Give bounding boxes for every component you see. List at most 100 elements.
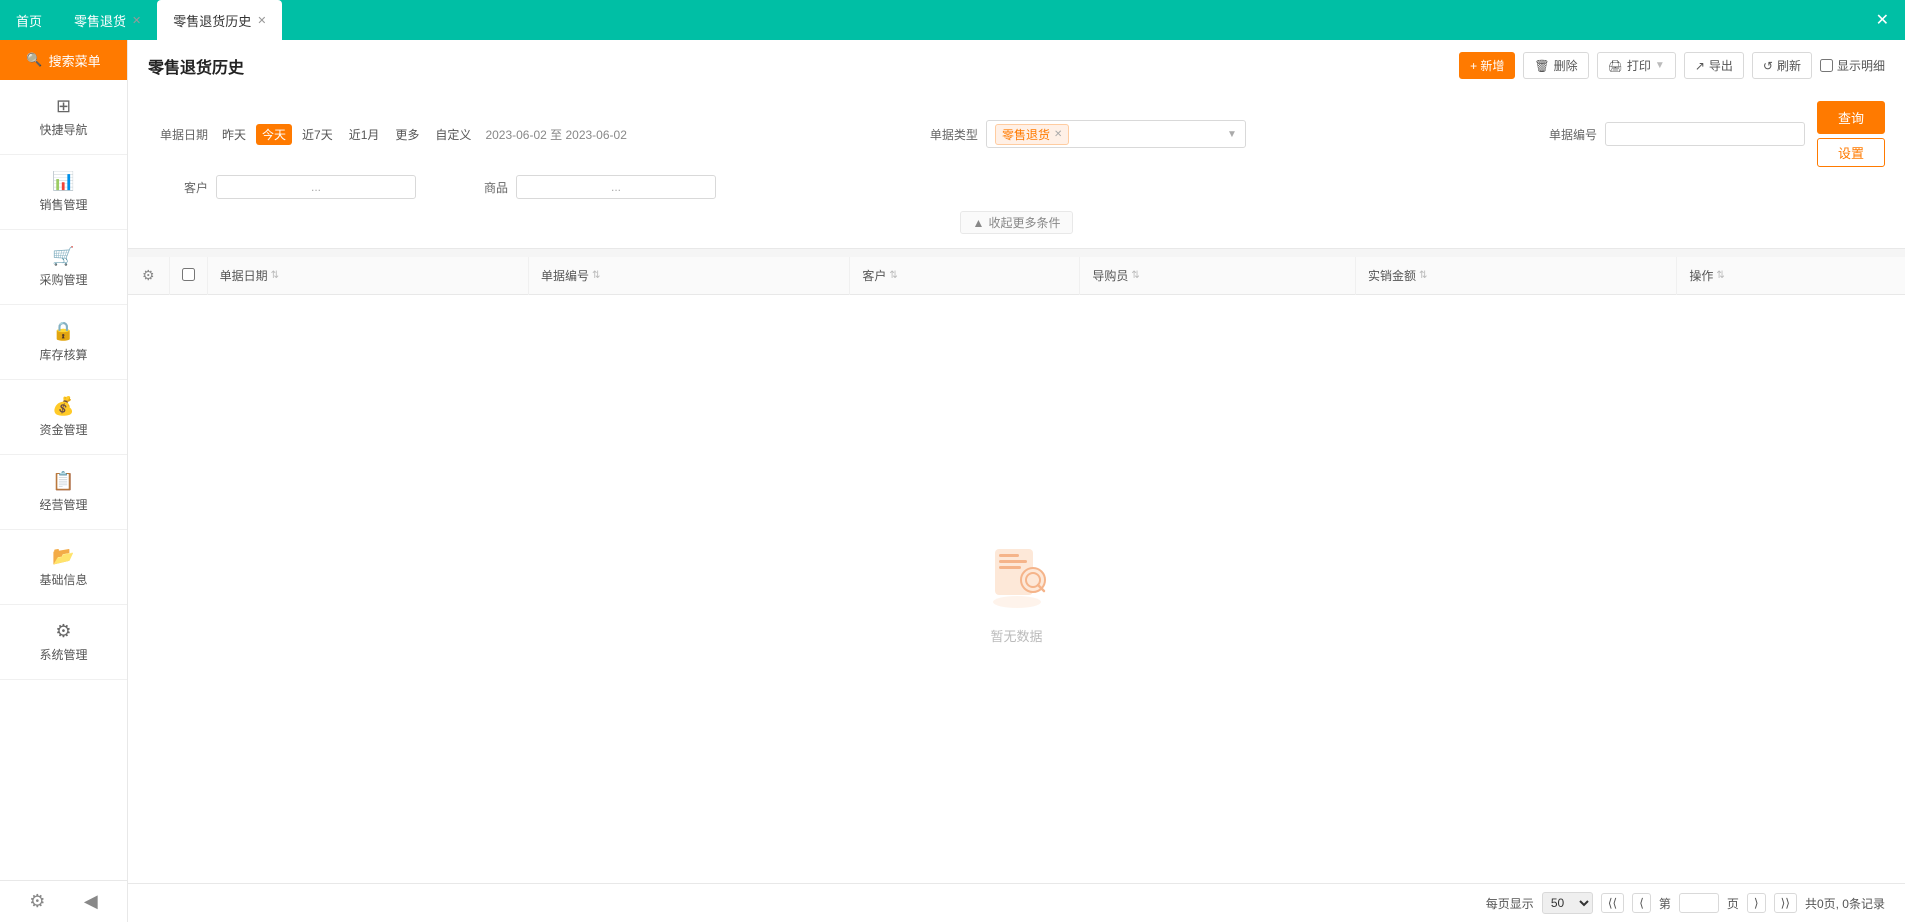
sidebar-bottom: ⚙ ◀: [0, 880, 127, 922]
type-filter-input[interactable]: 零售退货 ✕ ▼: [986, 120, 1246, 148]
table-header-row: ⚙ 单据日期⇅单据编号⇅客户⇅导购员⇅实销金额⇅操作⇅: [128, 257, 1905, 295]
th-label-date: 单据日期: [220, 267, 268, 284]
sidebar-label-quick-nav: 快捷导航: [39, 121, 87, 138]
page-unit-label: 页: [1727, 895, 1739, 912]
page-title: 零售退货历史: [148, 54, 244, 78]
tab-label: 首页: [16, 11, 42, 30]
sidebar-label-purchase: 采购管理: [39, 271, 87, 288]
prev-page-button[interactable]: ⟨: [1632, 893, 1651, 913]
th-date: 单据日期⇅: [207, 257, 528, 295]
tab-零售退货历史[interactable]: 零售退货历史 ✕: [157, 0, 282, 40]
sidebar-label-inventory: 库存核算: [39, 346, 87, 363]
query-button[interactable]: 查询: [1817, 101, 1885, 134]
sidebar-icon-system: ⚙: [55, 621, 71, 642]
first-page-button[interactable]: ⟨⟨: [1601, 893, 1624, 913]
refresh-button[interactable]: ↺ 刷新: [1752, 52, 1812, 79]
sidebar-menu: ⊞ 快捷导航 📊销售管理 🛒 采购管理 🔒库存核算💰资金管理📋经营管理 📂 基础信息 ⚙系统管理: [0, 80, 127, 880]
tab-list: 首页 零售退货 ✕ 零售退货历史 ✕: [0, 0, 1876, 40]
type-dropdown-icon: ▼: [1227, 129, 1237, 140]
sidebar-item-finance[interactable]: 💰资金管理: [0, 380, 127, 455]
page-number-input[interactable]: 1: [1679, 893, 1719, 913]
date-option-今天[interactable]: 今天: [256, 124, 292, 145]
date-option-自定义[interactable]: 自定义: [429, 124, 477, 145]
settings-th: ⚙: [128, 257, 169, 295]
add-button[interactable]: + 新增: [1459, 52, 1515, 79]
th-label-customer: 客户: [862, 267, 886, 284]
sidebar-icon-basic: 📂: [52, 546, 74, 567]
sidebar-item-operation[interactable]: 📋经营管理: [0, 455, 127, 530]
print-button[interactable]: 🖨 打印 ▼: [1597, 52, 1676, 79]
sidebar-icon-quick-nav: ⊞: [56, 96, 71, 117]
settings-button[interactable]: 设置: [1817, 138, 1885, 167]
delete-icon: 🗑: [1534, 59, 1549, 73]
filter-row-1: 单据日期 昨天今天近7天近1月更多自定义 2023-06-02 至 2023-0…: [148, 101, 1885, 167]
sidebar-search[interactable]: 🔍 搜索菜单: [0, 40, 127, 80]
search-icon: 🔍: [26, 52, 42, 68]
page-size-label: 每页显示: [1486, 895, 1534, 912]
sidebar-item-inventory[interactable]: 🔒库存核算: [0, 305, 127, 380]
export-button[interactable]: ↗ 导出: [1684, 52, 1744, 79]
page-size-select[interactable]: 102050100: [1542, 892, 1593, 914]
checkbox-th: [169, 257, 207, 295]
date-filter-options: 昨天今天近7天近1月更多自定义: [216, 124, 477, 145]
sidebar-icon-purchase: 🛒: [52, 246, 74, 267]
th-label-amount: 实销金额: [1368, 267, 1416, 284]
goods-filter-input[interactable]: ...: [516, 175, 716, 199]
export-icon: ↗: [1695, 59, 1705, 73]
type-tag: 零售退货 ✕: [995, 124, 1069, 145]
last-page-button[interactable]: ⟩⟩: [1774, 893, 1797, 913]
next-page-button[interactable]: ⟩: [1747, 893, 1766, 913]
delete-button[interactable]: 🗑 删除: [1523, 52, 1588, 79]
empty-state: 暂无数据: [128, 295, 1905, 883]
top-bar: 首页 零售退货 ✕ 零售退货历史 ✕ ✕: [0, 0, 1905, 40]
collapse-sidebar-icon[interactable]: ◀: [84, 891, 98, 912]
sidebar-item-purchase[interactable]: 🛒 采购管理: [0, 230, 127, 305]
collapse-icon: ▲: [973, 216, 985, 230]
tab-label: 零售退货历史: [173, 11, 251, 30]
empty-icon: [977, 534, 1057, 614]
th-label-number: 单据编号: [541, 267, 589, 284]
collapse-button[interactable]: ▲ 收起更多条件: [960, 211, 1074, 234]
sidebar-icon-finance: 💰: [52, 396, 74, 417]
show-detail-toggle[interactable]: 显示明细: [1820, 57, 1885, 74]
pagination-bar: 每页显示 102050100 ⟨⟨ ⟨ 第 1 页 ⟩ ⟩⟩ 共0页, 0条记录: [128, 883, 1905, 922]
select-all-checkbox[interactable]: [182, 268, 195, 281]
number-filter-label: 单据编号: [1549, 126, 1597, 143]
print-chevron-icon: ▼: [1655, 60, 1665, 71]
table-header: ⚙ 单据日期⇅单据编号⇅客户⇅导购员⇅实销金额⇅操作⇅: [128, 257, 1905, 295]
show-detail-checkbox[interactable]: [1820, 59, 1833, 72]
number-filter-input[interactable]: [1605, 122, 1805, 146]
sort-icon-number: ⇅: [592, 270, 600, 281]
customer-filter-input[interactable]: ...: [216, 175, 416, 199]
sidebar-item-system[interactable]: ⚙系统管理: [0, 605, 127, 680]
close-window-icon[interactable]: ✕: [1876, 10, 1889, 30]
goods-filter-label: 商品: [448, 179, 508, 196]
date-option-昨天[interactable]: 昨天: [216, 124, 252, 145]
tab-首页[interactable]: 首页: [0, 0, 58, 40]
sidebar-label-operation: 经营管理: [39, 496, 87, 513]
empty-text: 暂无数据: [990, 626, 1042, 645]
page-header: 零售退货历史 + 新增 🗑 删除 🖨 打印 ▼ ↗ 导出: [128, 40, 1905, 249]
date-option-近7天[interactable]: 近7天: [296, 124, 339, 145]
type-tag-close-icon[interactable]: ✕: [1054, 129, 1062, 140]
sidebar-item-basic[interactable]: 📂 基础信息: [0, 530, 127, 605]
tab-close-icon[interactable]: ✕: [132, 14, 141, 27]
th-customer: 客户⇅: [850, 257, 1080, 295]
th-amount: 实销金额⇅: [1356, 257, 1677, 295]
sort-icon-amount: ⇅: [1419, 270, 1427, 281]
date-option-更多[interactable]: 更多: [389, 124, 425, 145]
sidebar-label-basic: 基础信息: [39, 571, 87, 588]
main-layout: 🔍 搜索菜单 ⊞ 快捷导航 📊销售管理 🛒 采购管理 🔒库存核算💰资金管理📋经营管理 📂 基础…: [0, 40, 1905, 922]
sidebar-item-quick-nav[interactable]: ⊞ 快捷导航: [0, 80, 127, 155]
customer-filter-label: 客户: [148, 179, 208, 196]
settings-bottom-icon[interactable]: ⚙: [29, 891, 45, 912]
tab-零售退货[interactable]: 零售退货 ✕: [58, 0, 157, 40]
sidebar: 🔍 搜索菜单 ⊞ 快捷导航 📊销售管理 🛒 采购管理 🔒库存核算💰资金管理📋经营管理 📂 基础…: [0, 40, 128, 922]
toolbar: + 新增 🗑 删除 🖨 打印 ▼ ↗ 导出 ↺: [1459, 52, 1885, 79]
date-option-近1月[interactable]: 近1月: [343, 124, 386, 145]
sidebar-item-sales[interactable]: 📊销售管理: [0, 155, 127, 230]
tab-label: 零售退货: [74, 11, 126, 30]
page-title-row: 零售退货历史 + 新增 🗑 删除 🖨 打印 ▼ ↗ 导出: [148, 52, 1885, 79]
tab-close-icon[interactable]: ✕: [257, 14, 266, 27]
column-settings-button[interactable]: ⚙: [140, 265, 157, 286]
